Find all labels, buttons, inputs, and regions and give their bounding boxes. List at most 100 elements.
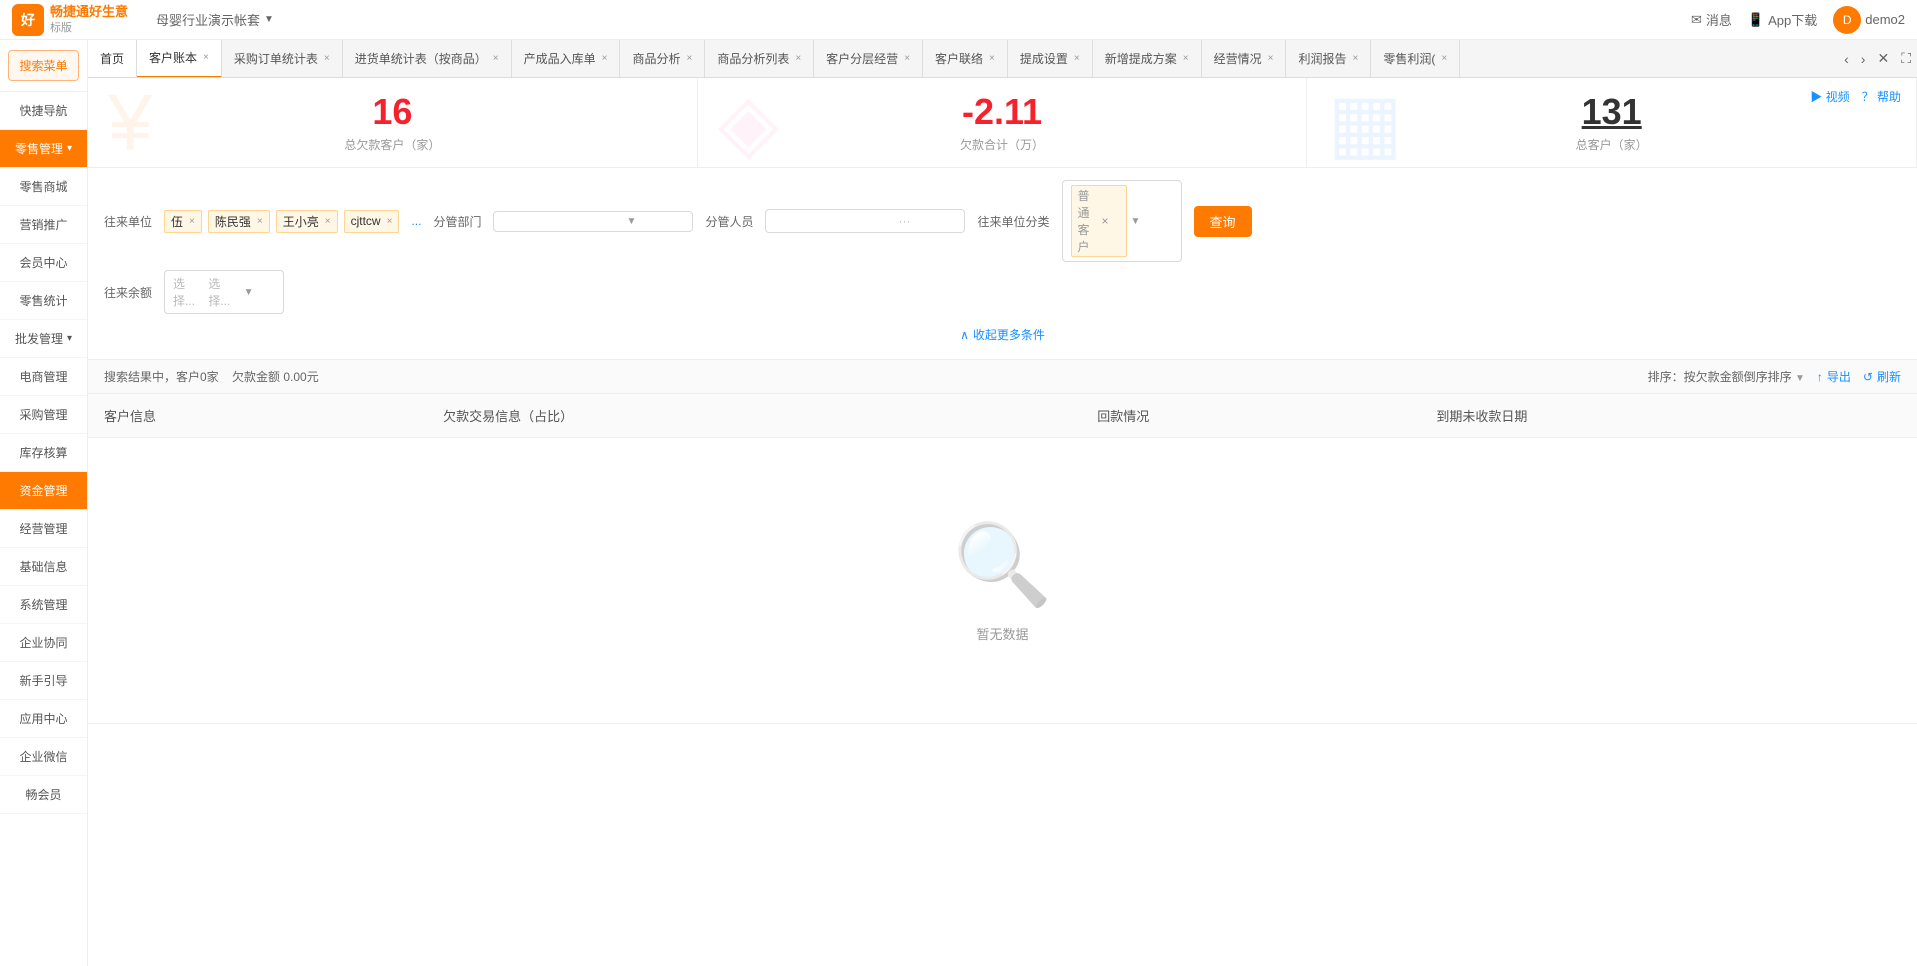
empty-text: 暂无数据 [976, 624, 1028, 643]
sidebar-item-wholesale[interactable]: 批发管理▾ [0, 320, 87, 358]
sidebar-item-basic-info[interactable]: 基础信息 [0, 548, 87, 586]
help-label: 帮助 [1877, 90, 1901, 104]
tab-product-analysis-list[interactable]: 商品分析列表× [705, 40, 814, 78]
unit-type-select[interactable]: 普通客户 × ▼ [1062, 180, 1182, 262]
tab-fullscreen[interactable]: ⛶ [1895, 50, 1917, 67]
header-right: ✉ 消息 📱 App下载 D demo2 [1691, 6, 1905, 34]
message-label: 消息 [1706, 10, 1732, 29]
tab-close-promotion-settings[interactable]: × [1074, 53, 1080, 64]
sidebar-item-vip-member[interactable]: 畅会员 [0, 776, 87, 814]
tab-close-product-storage[interactable]: × [602, 53, 608, 64]
sidebar-item-member[interactable]: 会员中心 [0, 244, 87, 282]
collapse-up-icon: ∧ [960, 328, 969, 342]
tab-close-customer-tier[interactable]: × [904, 53, 910, 64]
tab-purchase-order-stats[interactable]: 采购订单统计表× [222, 40, 343, 78]
tab-close-business-situation[interactable]: × [1268, 53, 1274, 64]
help-action[interactable]: ？ 帮助 [1862, 88, 1901, 105]
empty-icon: 🔍 [953, 518, 1053, 612]
sidebar-item-enterprise-wechat[interactable]: 企业微信 [0, 738, 87, 776]
filter-tag-remove[interactable]: × [189, 216, 195, 227]
tab-close-all[interactable]: ✕ [1871, 50, 1895, 67]
tab-close-product-analysis[interactable]: × [686, 53, 692, 64]
department-select[interactable]: ▼ [493, 211, 693, 232]
refresh-button[interactable]: ↺ 刷新 [1863, 368, 1901, 385]
message-button[interactable]: ✉ 消息 [1691, 10, 1732, 29]
tab-new-promotion-plan[interactable]: 新增提成方案 × [1093, 40, 1202, 78]
tab-label-promotion-settings: 提成设置 [1020, 50, 1068, 67]
sidebar-item-operations[interactable]: 经营管理 [0, 510, 87, 548]
logo-main-text: 畅捷通好生意 [50, 4, 128, 21]
top-header: 好 畅捷通好生意 标版 母婴行业演示帐套 ▼ ✉ 消息 📱 App下载 D de… [0, 0, 1917, 40]
sidebar-item-enterprise[interactable]: 企业协同 [0, 624, 87, 662]
filter-more-button[interactable]: ... [411, 214, 421, 228]
unit-type-remove[interactable]: × [1102, 214, 1120, 228]
tab-close-purchase-stats-product[interactable]: × [493, 53, 499, 64]
filter-tag-remove[interactable]: × [325, 216, 331, 227]
tab-customer-contact[interactable]: 客户联络 × [923, 40, 1008, 78]
empty-state: 🔍 暂无数据 [88, 438, 1917, 723]
tab-close-customer-accounts[interactable]: × [203, 52, 209, 63]
app-download-icon: 📱 [1748, 12, 1764, 28]
tab-business-situation[interactable]: 经营情况× [1202, 40, 1287, 78]
app-download-label: App下载 [1768, 10, 1817, 29]
tab-purchase-stats-product[interactable]: 进货单统计表（按商品）× [343, 40, 512, 78]
data-table: 客户信息欠款交易信息（占比）回款情况到期未收款日期 🔍 暂无数据 [88, 394, 1917, 724]
tab-label-new-promotion-plan: 新增提成方案 [1105, 50, 1177, 67]
sidebar-item-finance[interactable]: 资金管理 [0, 472, 87, 510]
tab-close-purchase-order-stats[interactable]: × [324, 53, 330, 64]
sidebar-item-app-center[interactable]: 应用中心 [0, 700, 87, 738]
stat-credit-amount-value: -2.11 [962, 92, 1042, 132]
tab-promotion-settings[interactable]: 提成设置 × [1008, 40, 1093, 78]
tab-close-profit-report[interactable]: × [1352, 53, 1358, 64]
export-button[interactable]: ↑ 导出 [1817, 368, 1851, 385]
sidebar-item-retail-mall[interactable]: 零售商城 [0, 168, 87, 206]
tab-profit-report[interactable]: 利润报告× [1286, 40, 1371, 78]
tab-label-customer-contact: 客户联络 [935, 50, 983, 67]
tab-close-product-analysis-list[interactable]: × [795, 53, 801, 64]
collapse-button[interactable]: ∧ 收起更多条件 [948, 322, 1057, 347]
filter-tag-伍: 伍 × [164, 210, 202, 233]
tab-home[interactable]: 首页 [88, 40, 137, 78]
tab-close-customer-contact[interactable]: × [989, 53, 995, 64]
balance-select[interactable]: 选择... 选择... ▼ [164, 270, 284, 314]
tab-label-home: 首页 [100, 50, 124, 67]
sidebar-item-guide[interactable]: 新手引导 [0, 662, 87, 700]
stat-credit-customers-value: 16 [372, 92, 412, 132]
sidebar-item-quick-nav[interactable]: 快捷导航 [0, 92, 87, 130]
tab-product-analysis[interactable]: 商品分析× [620, 40, 705, 78]
filter-tag-remove[interactable]: × [387, 216, 393, 227]
filter-tag-text: 伍 [171, 213, 183, 230]
app-download-button[interactable]: 📱 App下载 [1748, 10, 1817, 29]
person-select[interactable]: ··· [765, 209, 965, 233]
collapse-label: 收起更多条件 [973, 326, 1045, 343]
logo-text: 畅捷通好生意 标版 [50, 4, 128, 35]
logo-area: 好 畅捷通好生意 标版 [12, 4, 128, 36]
tab-nav-next[interactable]: › [1855, 51, 1872, 67]
refresh-label: 刷新 [1877, 368, 1901, 385]
account-selector[interactable]: 母婴行业演示帐套 ▼ [156, 10, 274, 29]
stat-credit-amount: ◈ -2.11 欠款合计（万） [698, 78, 1308, 167]
tab-nav-prev[interactable]: ‹ [1838, 51, 1855, 67]
filter-tag-王小亮: 王小亮 × [276, 210, 338, 233]
sidebar-item-purchase[interactable]: 采购管理 [0, 396, 87, 434]
sidebar-item-marketing[interactable]: 营销推广 [0, 206, 87, 244]
result-info: 搜索结果中，客户0家 欠款金额 0.00元 [104, 368, 319, 385]
sort-text: 排序：按欠款金额倒序排序 [1648, 370, 1792, 384]
sidebar-item-inventory[interactable]: 库存核算 [0, 434, 87, 472]
query-button[interactable]: 查询 [1194, 206, 1252, 237]
sidebar-item-retail-stats[interactable]: 零售统计 [0, 282, 87, 320]
user-menu[interactable]: D demo2 [1833, 6, 1905, 34]
filter-tag-remove[interactable]: × [257, 216, 263, 227]
tab-close-new-promotion-plan[interactable]: × [1183, 53, 1189, 64]
search-menu-button[interactable]: 搜索菜单 [8, 50, 79, 81]
sidebar-item-system[interactable]: 系统管理 [0, 586, 87, 624]
video-action[interactable]: ▶ 视频 [1810, 88, 1849, 105]
tab-customer-tier[interactable]: 客户分层经营× [814, 40, 923, 78]
tab-retail-profit[interactable]: 零售利润(× [1371, 40, 1460, 78]
sidebar-item-ecommerce[interactable]: 电商管理 [0, 358, 87, 396]
tab-product-storage[interactable]: 产成品入库单× [512, 40, 621, 78]
tab-close-retail-profit[interactable]: × [1441, 53, 1447, 64]
sidebar-item-retail-manage[interactable]: 零售管理▾ [0, 130, 87, 168]
filter-tag-text: cjttcw [351, 214, 381, 228]
tab-customer-accounts[interactable]: 客户账本× [137, 40, 222, 78]
